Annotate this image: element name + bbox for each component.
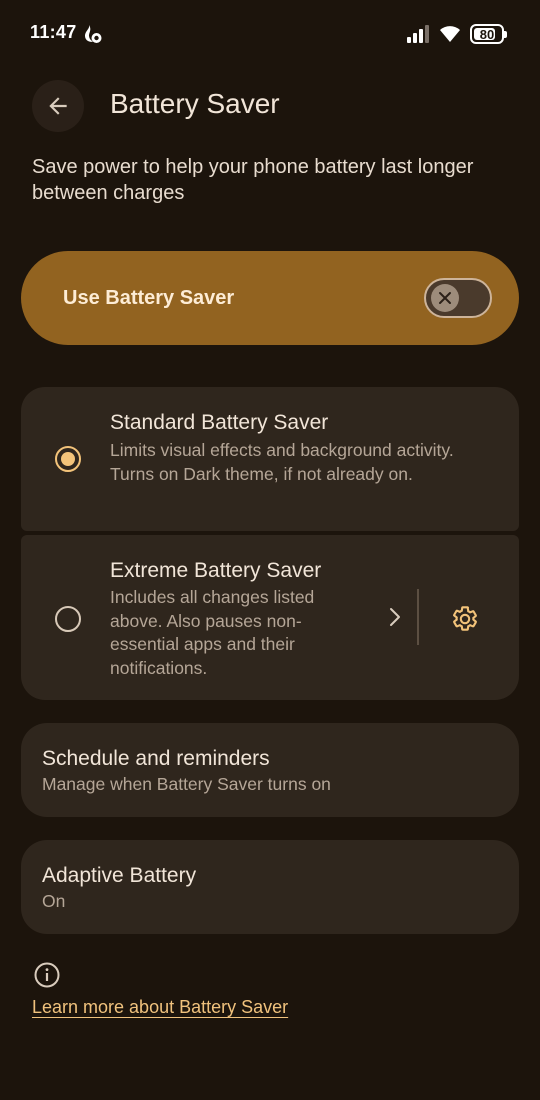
adaptive-title: Adaptive Battery <box>42 864 197 887</box>
status-time: 11:47 <box>30 22 77 42</box>
standard-mode-description: Limits visual effects and background act… <box>110 440 454 484</box>
adaptive-battery-item[interactable]: Adaptive Battery On <box>21 840 519 934</box>
extreme-mode-title: Extreme Battery Saver <box>110 559 322 582</box>
battery-icon: 80 <box>470 24 507 44</box>
standard-mode-title: Standard Battery Saver <box>110 411 329 434</box>
use-battery-saver-toggle-row[interactable]: Use Battery Saver <box>21 251 519 345</box>
status-icons: 80 <box>406 22 507 46</box>
close-icon <box>439 292 451 304</box>
arrow-back-icon <box>49 97 67 115</box>
schedule-title: Schedule and reminders <box>42 747 270 770</box>
signal-icon <box>407 25 429 43</box>
schedule-and-reminders-item[interactable]: Schedule and reminders Manage when Batte… <box>21 723 519 817</box>
radio-selected-dot <box>61 452 75 466</box>
battery-saver-switch[interactable] <box>424 278 492 318</box>
extreme-radio-button[interactable] <box>55 606 81 632</box>
back-button[interactable] <box>32 80 84 132</box>
extreme-mode-description: Includes all changes listed above. Also … <box>110 587 315 678</box>
extreme-battery-saver-option[interactable]: Extreme Battery Saver Includes all chang… <box>21 535 519 700</box>
status-bar: 11:47 80 <box>0 0 540 68</box>
vertical-divider <box>417 589 419 645</box>
adaptive-subtitle: On <box>42 891 66 911</box>
standard-battery-saver-option[interactable]: Standard Battery Saver Limits visual eff… <box>21 387 519 531</box>
switch-thumb <box>431 284 459 312</box>
schedule-subtitle: Manage when Battery Saver turns on <box>42 774 331 794</box>
battery-level: 80 <box>479 26 495 42</box>
wifi-icon <box>440 26 460 42</box>
chevron-right-icon[interactable] <box>383 605 407 629</box>
learn-more-link[interactable]: Learn more about Battery Saver <box>32 997 288 1018</box>
standard-radio-button[interactable] <box>55 446 81 472</box>
gear-icon[interactable] <box>451 605 479 633</box>
notification-icon <box>85 25 102 43</box>
info-icon <box>34 962 60 988</box>
page-title: Battery Saver <box>110 88 280 119</box>
use-battery-saver-label: Use Battery Saver <box>63 286 235 309</box>
page-description: Save power to help your phone battery la… <box>32 156 474 204</box>
